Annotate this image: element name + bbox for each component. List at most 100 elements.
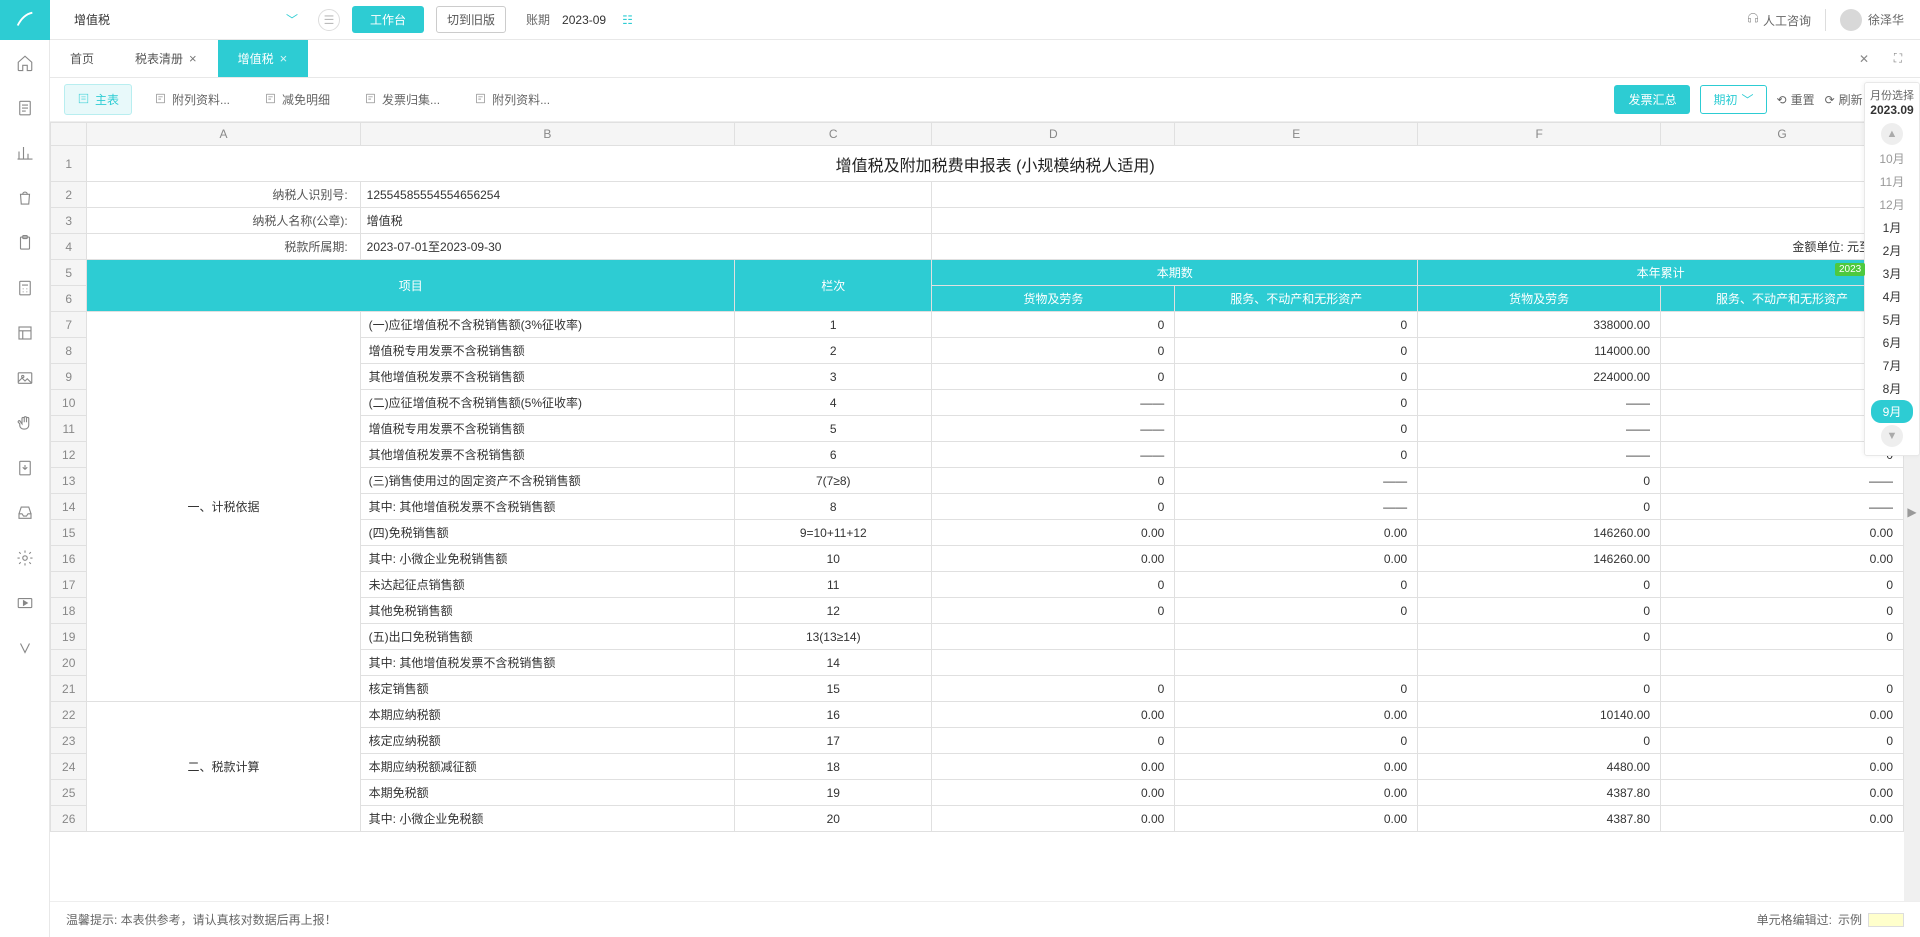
row-header[interactable]: 15: [51, 520, 87, 546]
data-cell[interactable]: 0.00: [1661, 702, 1904, 728]
tab-1[interactable]: 税表清册×: [115, 40, 218, 77]
item-cell[interactable]: 核定销售额: [360, 676, 734, 702]
data-cell[interactable]: 0: [932, 312, 1175, 338]
data-cell[interactable]: 146260.00: [1418, 520, 1661, 546]
month-item[interactable]: 7月: [1865, 354, 1919, 377]
data-cell[interactable]: 0.00: [1661, 520, 1904, 546]
subtab-0[interactable]: 主表: [64, 84, 132, 115]
data-cell[interactable]: 0: [1661, 572, 1904, 598]
month-down-arrow[interactable]: ▼: [1881, 425, 1903, 447]
invoice-summary-button[interactable]: 发票汇总: [1614, 85, 1690, 114]
col-num-cell[interactable]: 13(13≥14): [735, 624, 932, 650]
data-cell[interactable]: 146260.00: [1418, 546, 1661, 572]
item-cell[interactable]: 其中: 小微企业免税额: [360, 806, 734, 832]
subtab-4[interactable]: 附列资料...: [462, 84, 562, 115]
data-cell[interactable]: 0: [1175, 364, 1418, 390]
col-num-cell[interactable]: 20: [735, 806, 932, 832]
data-cell[interactable]: 0.00: [1175, 754, 1418, 780]
col-header[interactable]: C: [735, 123, 932, 146]
row-header[interactable]: 21: [51, 676, 87, 702]
col-num-cell[interactable]: 19: [735, 780, 932, 806]
row-header[interactable]: 10: [51, 390, 87, 416]
nav-v-icon[interactable]: [0, 625, 50, 670]
data-cell[interactable]: 0.00: [1661, 806, 1904, 832]
data-cell[interactable]: 0.00: [1661, 754, 1904, 780]
month-item[interactable]: 6月: [1865, 331, 1919, 354]
col-num-cell[interactable]: 1: [735, 312, 932, 338]
data-cell[interactable]: [932, 650, 1175, 676]
col-num-cell[interactable]: 6: [735, 442, 932, 468]
month-item[interactable]: 3月: [1865, 262, 1919, 285]
data-cell[interactable]: [1175, 624, 1418, 650]
data-cell[interactable]: 0: [1418, 494, 1661, 520]
row-header[interactable]: 25: [51, 780, 87, 806]
col-num-cell[interactable]: 10: [735, 546, 932, 572]
fullscreen-icon[interactable]: ⛶: [1886, 47, 1910, 71]
col-header[interactable]: F: [1418, 123, 1661, 146]
month-item[interactable]: 11月: [1865, 170, 1919, 193]
data-cell[interactable]: ——: [1661, 468, 1904, 494]
col-header[interactable]: B: [360, 123, 734, 146]
item-cell[interactable]: 增值税专用发票不含税销售额: [360, 416, 734, 442]
data-cell[interactable]: ——: [932, 390, 1175, 416]
data-cell[interactable]: 114000.00: [1418, 338, 1661, 364]
nav-hand-icon[interactable]: [0, 400, 50, 445]
nav-calculator-icon[interactable]: [0, 265, 50, 310]
month-item[interactable]: 4月: [1865, 285, 1919, 308]
subtab-3[interactable]: 发票归集...: [352, 84, 452, 115]
data-cell[interactable]: 0: [932, 598, 1175, 624]
row-header[interactable]: 11: [51, 416, 87, 442]
data-cell[interactable]: 0.00: [1175, 702, 1418, 728]
item-cell[interactable]: (二)应征增值税不含税销售额(5%征收率): [360, 390, 734, 416]
col-num-cell[interactable]: 9=10+11+12: [735, 520, 932, 546]
data-cell[interactable]: 0: [932, 338, 1175, 364]
row-header[interactable]: 12: [51, 442, 87, 468]
data-cell[interactable]: ——: [1418, 416, 1661, 442]
data-cell[interactable]: 0: [1661, 728, 1904, 754]
row-header[interactable]: 26: [51, 806, 87, 832]
item-cell[interactable]: 核定应纳税额: [360, 728, 734, 754]
subtab-2[interactable]: 减免明细: [252, 84, 342, 115]
data-cell[interactable]: 0: [1418, 598, 1661, 624]
tab-0[interactable]: 首页: [50, 40, 115, 77]
nav-settings-icon[interactable]: [0, 535, 50, 580]
col-header[interactable]: A: [87, 123, 360, 146]
month-item[interactable]: 2月: [1865, 239, 1919, 262]
data-cell[interactable]: 0.00: [1175, 780, 1418, 806]
row-header[interactable]: 7: [51, 312, 87, 338]
data-cell[interactable]: 0.00: [1175, 520, 1418, 546]
user-menu[interactable]: 徐泽华: [1825, 9, 1904, 31]
col-num-cell[interactable]: 14: [735, 650, 932, 676]
data-cell[interactable]: 0.00: [932, 780, 1175, 806]
col-num-cell[interactable]: 3: [735, 364, 932, 390]
item-cell[interactable]: 其中: 其他增值税发票不含税销售额: [360, 650, 734, 676]
row-header[interactable]: 24: [51, 754, 87, 780]
close-all-icon[interactable]: ✕: [1852, 47, 1876, 71]
data-cell[interactable]: 0: [1175, 676, 1418, 702]
col-num-cell[interactable]: 12: [735, 598, 932, 624]
month-item[interactable]: 1月: [1865, 216, 1919, 239]
data-cell[interactable]: ——: [1418, 390, 1661, 416]
col-num-cell[interactable]: 2: [735, 338, 932, 364]
row-header[interactable]: 1: [51, 146, 87, 182]
data-cell[interactable]: 0: [1175, 572, 1418, 598]
item-cell[interactable]: 增值税专用发票不含税销售额: [360, 338, 734, 364]
data-cell[interactable]: [932, 624, 1175, 650]
col-num-cell[interactable]: 7(7≥8): [735, 468, 932, 494]
data-cell[interactable]: 4480.00: [1418, 754, 1661, 780]
col-num-cell[interactable]: 11: [735, 572, 932, 598]
row-header[interactable]: 8: [51, 338, 87, 364]
sheet-corner[interactable]: [51, 123, 87, 146]
row-header[interactable]: 9: [51, 364, 87, 390]
month-up-arrow[interactable]: ▲: [1881, 123, 1903, 145]
nav-inbox-icon[interactable]: [0, 490, 50, 535]
app-logo[interactable]: [0, 0, 50, 40]
data-cell[interactable]: 0: [932, 728, 1175, 754]
data-cell[interactable]: 0: [1175, 416, 1418, 442]
data-cell[interactable]: 0: [1175, 390, 1418, 416]
nav-bag-icon[interactable]: [0, 175, 50, 220]
data-cell[interactable]: 10140.00: [1418, 702, 1661, 728]
item-cell[interactable]: 本期应纳税额减征额: [360, 754, 734, 780]
col-num-cell[interactable]: 15: [735, 676, 932, 702]
refresh-button[interactable]: ⟳刷新: [1825, 91, 1863, 108]
